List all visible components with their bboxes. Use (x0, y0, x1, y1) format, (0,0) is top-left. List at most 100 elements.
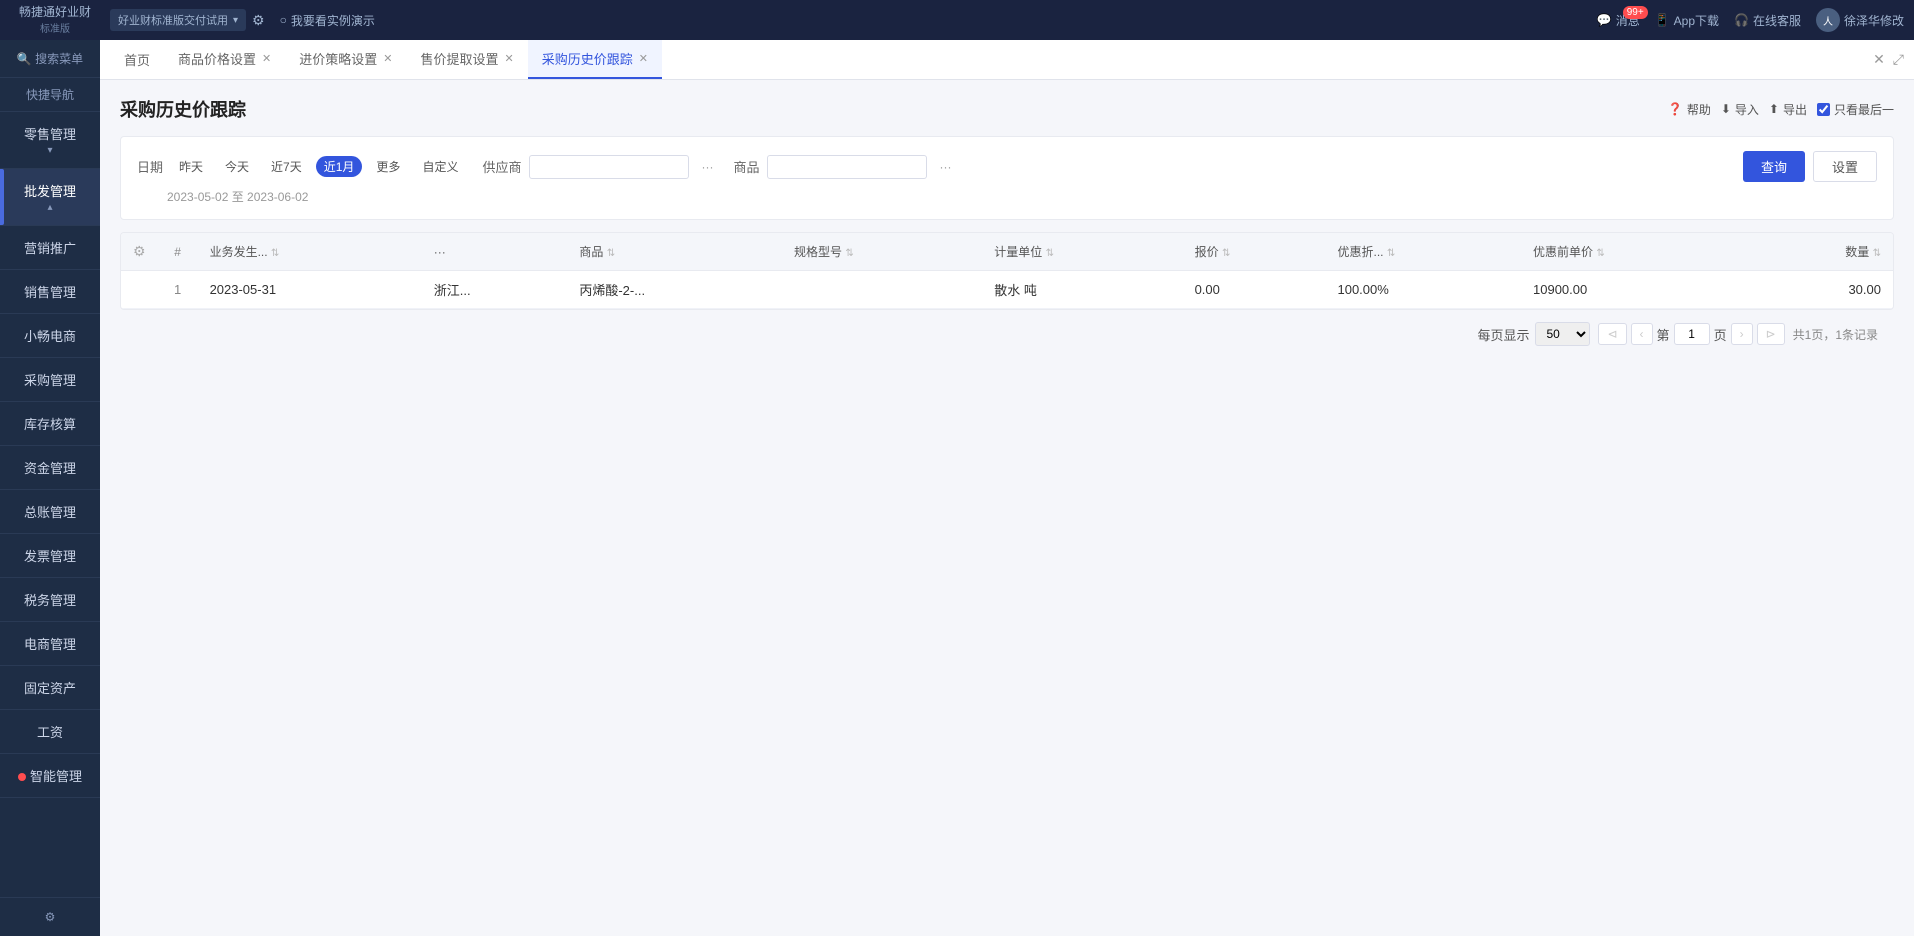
col-quantity-label: 数量 (1845, 245, 1869, 259)
product-filter-group: 商品 ··· (733, 155, 955, 179)
tab-close-window-btn[interactable]: ✕ (1873, 51, 1885, 68)
sidebar-item-ecommerce-small[interactable]: 小畅电商 (0, 314, 100, 358)
table-gear-icon[interactable]: ⚙ (133, 243, 146, 259)
first-page-btn[interactable]: ⊲ (1598, 323, 1626, 345)
date-btn-last1month[interactable]: 近1月 (316, 156, 363, 177)
sidebar-item-assets[interactable]: 固定资产 (0, 666, 100, 710)
app-logo: 畅捷通好业财 标准版 (10, 5, 100, 34)
sidebar-item-inventory[interactable]: 库存核算 (0, 402, 100, 446)
date-btn-today[interactable]: 今天 (217, 156, 257, 177)
sidebar-item-marketing[interactable]: 营销推广 (0, 226, 100, 270)
col-original-price-label: 优惠前单价 (1533, 245, 1593, 259)
supplier-input[interactable] (529, 155, 689, 179)
sort-icon[interactable]: ⇅ (607, 248, 615, 259)
tab-close-icon[interactable]: ✕ (383, 52, 392, 65)
only-last-checkbox-input[interactable] (1817, 103, 1830, 116)
demo-link[interactable]: 我要看实例演示 (280, 12, 375, 29)
tab-purchase-strategy[interactable]: 进价策略设置 ✕ (285, 40, 406, 79)
tab-history-price[interactable]: 采购历史价跟踪 ✕ (528, 40, 662, 79)
sidebar-item-ledger[interactable]: 总账管理 (0, 490, 100, 534)
supplier-more-btn[interactable]: ··· (697, 156, 717, 178)
edition-selector[interactable]: 好业财标准版交付试用 ▾ (110, 9, 246, 31)
table-row: 1 2023-05-31 浙江... 丙烯酸-2-... 散水 吨 0.00 1… (121, 271, 1893, 309)
sort-icon[interactable]: ⇅ (271, 248, 279, 259)
sidebar-search[interactable]: 🔍 搜索菜单 (0, 40, 100, 78)
sidebar-item-label: 小畅电商 (24, 326, 76, 345)
last-page-btn[interactable]: ⊳ (1757, 323, 1785, 345)
online-service-label: 在线客服 (1753, 12, 1801, 29)
tab-price[interactable]: 商品价格设置 ✕ (164, 40, 285, 79)
sort-icon[interactable]: ⇅ (1387, 248, 1395, 259)
sidebar-item-invoice[interactable]: 发票管理 (0, 534, 100, 578)
date-btn-more[interactable]: 更多 (368, 156, 408, 177)
sidebar-item-label: 固定资产 (24, 678, 76, 697)
tab-maximize-btn[interactable]: ⤢ (1893, 51, 1904, 68)
sidebar-item-label: 电商管理 (24, 634, 76, 653)
row-unit-cell: 散水 吨 (982, 271, 1182, 309)
supplier-filter-label: 供应商 (482, 157, 521, 176)
setting-button[interactable]: 设置 (1813, 151, 1877, 182)
supplier-input-wrap (529, 155, 689, 179)
sidebar-item-tax[interactable]: 税务管理 (0, 578, 100, 622)
sidebar-item-purchase[interactable]: 采购管理 (0, 358, 100, 402)
user-profile-btn[interactable]: 人 徐泽华修改 (1816, 8, 1904, 32)
sidebar-item-smart[interactable]: 智能管理 (0, 754, 100, 798)
sort-icon[interactable]: ⇅ (1873, 248, 1881, 259)
row-num-cell: 1 (158, 271, 198, 309)
active-indicator (0, 169, 4, 225)
sidebar-quick-nav[interactable]: 快捷导航 (0, 78, 100, 112)
date-btn-last7[interactable]: 近7天 (263, 156, 310, 177)
page-num-input[interactable] (1674, 323, 1710, 345)
row-gear-cell (121, 271, 158, 309)
sidebar-item-label: 零售管理 (24, 124, 76, 143)
date-range-display: 2023-05-02 至 2023-06-02 (167, 188, 1877, 205)
sidebar-item-wholesale[interactable]: 批发管理 ▴ (0, 169, 100, 226)
prev-page-btn[interactable]: ‹ (1631, 323, 1653, 345)
col-price: 报价 ⇅ (1183, 233, 1326, 271)
message-btn[interactable]: 💬 消息 99+ (1597, 12, 1640, 29)
date-btn-custom[interactable]: 自定义 (414, 156, 466, 177)
help-icon: ❓ (1668, 102, 1683, 116)
only-last-toggle[interactable]: 只看最后一 (1817, 101, 1894, 118)
sidebar-settings-btn[interactable]: ⚙ (0, 897, 100, 936)
app-download-btn[interactable]: 📱 App下载 (1655, 12, 1719, 29)
sort-icon[interactable]: ⇅ (845, 248, 853, 259)
date-btn-yesterday[interactable]: 昨天 (171, 156, 211, 177)
sort-icon[interactable]: ⇅ (1046, 248, 1054, 259)
tab-label: 售价提取设置 (420, 49, 498, 68)
export-icon: ⬆ (1769, 102, 1779, 116)
help-btn[interactable]: ❓ 帮助 (1668, 101, 1711, 118)
import-btn[interactable]: ⬇ 导入 (1721, 101, 1759, 118)
tab-close-icon[interactable]: ✕ (505, 52, 514, 65)
query-button[interactable]: 查询 (1743, 151, 1805, 182)
sort-icon[interactable]: ⇅ (1222, 248, 1230, 259)
per-page-label: 每页显示 (1477, 325, 1529, 344)
tab-close-icon[interactable]: ✕ (262, 52, 271, 65)
topbar: 畅捷通好业财 标准版 好业财标准版交付试用 ▾ ⚙ 我要看实例演示 💬 消息 9… (0, 0, 1914, 40)
sidebar-item-finance[interactable]: 资金管理 (0, 446, 100, 490)
product-input[interactable] (767, 155, 927, 179)
tab-sale-strategy[interactable]: 售价提取设置 ✕ (406, 40, 527, 79)
sidebar-item-retail[interactable]: 零售管理 ▾ (0, 112, 100, 169)
settings-icon[interactable]: ⚙ (252, 12, 265, 29)
online-service-btn[interactable]: 🎧 在线客服 (1734, 12, 1801, 29)
tab-home[interactable]: 首页 (110, 40, 164, 79)
sidebar-item-ecommerce[interactable]: 电商管理 (0, 622, 100, 666)
tab-close-icon[interactable]: ✕ (639, 52, 648, 65)
page-header: 采购历史价跟踪 ❓ 帮助 ⬇ 导入 ⬆ 导出 (120, 96, 1894, 122)
tab-home-label: 首页 (124, 50, 150, 69)
export-btn[interactable]: ⬆ 导出 (1769, 101, 1807, 118)
data-table: ⚙ # 业务发生... ⇅ ··· 商品 ⇅ (121, 233, 1893, 309)
sidebar-item-label: 库存核算 (24, 414, 76, 433)
col-spec: 规格型号 ⇅ (782, 233, 982, 271)
only-last-label: 只看最后一 (1834, 101, 1894, 118)
product-more-btn[interactable]: ··· (935, 156, 955, 178)
tab-label: 采购历史价跟踪 (542, 49, 633, 68)
sidebar-item-salary[interactable]: 工资 (0, 710, 100, 754)
sort-icon[interactable]: ⇅ (1596, 248, 1604, 259)
sidebar-item-sales[interactable]: 销售管理 (0, 270, 100, 314)
next-page-btn[interactable]: › (1731, 323, 1753, 345)
row-discount-cell: 100.00% (1325, 271, 1521, 309)
page-size-select[interactable]: 50 20 100 200 (1535, 322, 1590, 346)
import-label: 导入 (1735, 101, 1759, 118)
